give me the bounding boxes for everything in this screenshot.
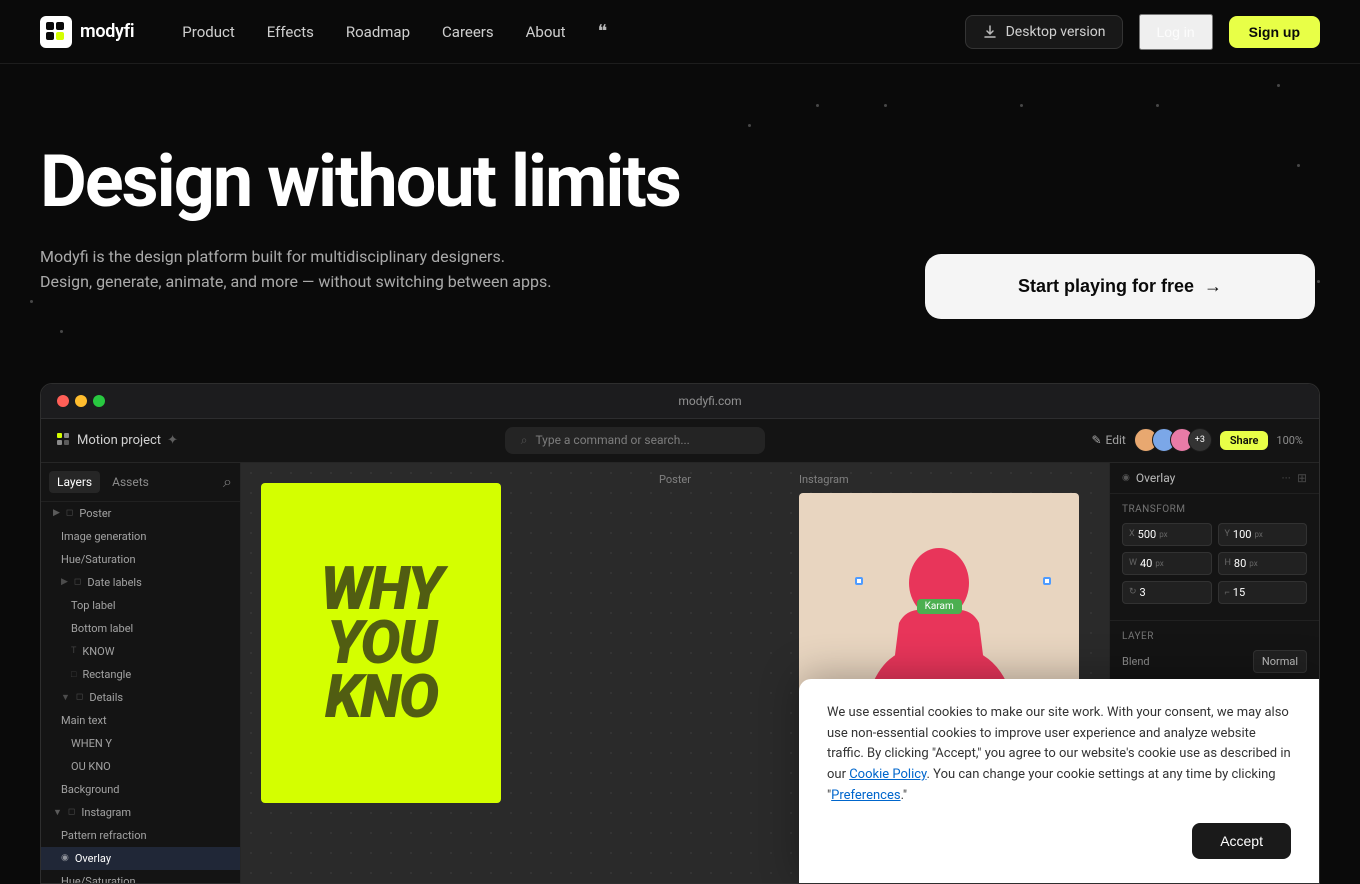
more-options-icon[interactable]: ··· — [1282, 471, 1291, 485]
app-search[interactable]: ⌕ Type a command or search... — [190, 427, 1079, 454]
hero-left: Modyfi is the design platform built for … — [40, 244, 880, 343]
avatar-group: +3 — [1134, 428, 1212, 452]
layer-ou-kno[interactable]: OU KNO — [41, 755, 240, 778]
quotes-icon: ❝ — [598, 21, 608, 42]
rotation-corner-row: ↻ 3 ⌐ 15 — [1122, 581, 1307, 604]
canvas-instagram-label: Instagram — [799, 473, 849, 486]
project-star-icon: ✦ — [167, 433, 178, 448]
logo[interactable]: modyfi — [40, 16, 134, 48]
nav-right: Desktop version Log in Sign up — [965, 14, 1320, 50]
h-field[interactable]: H 80 px — [1218, 552, 1308, 575]
layer-date-labels[interactable]: ▶ ◻ Date labels — [41, 571, 240, 594]
layer-image-gen[interactable]: Image generation — [41, 525, 240, 548]
rotation-field[interactable]: ↻ 3 — [1122, 581, 1212, 604]
toolbar-right: ✎ Edit +3 Share 100% — [1091, 428, 1303, 452]
layer-rectangle[interactable]: □ Rectangle — [41, 663, 240, 686]
nav-effects[interactable]: Effects — [267, 23, 314, 41]
desktop-version-button[interactable]: Desktop version — [965, 15, 1123, 49]
avatar-more: +3 — [1188, 428, 1212, 452]
nav-careers[interactable]: Careers — [442, 23, 494, 41]
y-field[interactable]: Y 100 px — [1218, 523, 1308, 546]
cookie-actions: Accept — [827, 823, 1291, 859]
x-field[interactable]: X 500 px — [1122, 523, 1212, 546]
edit-mode[interactable]: ✎ Edit — [1091, 433, 1125, 447]
traffic-lights — [57, 395, 105, 407]
app-preview: modyfi.com Motion project ✦ ⌕ Type a com… — [40, 383, 1320, 884]
search-icon: ⌕ — [521, 433, 528, 448]
layer-main-text[interactable]: Main text — [41, 709, 240, 732]
preferences-link[interactable]: Preferences — [831, 788, 900, 803]
layer-know[interactable]: T KNOW — [41, 640, 240, 663]
layers-tab[interactable]: Layers — [49, 471, 100, 493]
cookie-policy-link[interactable]: Cookie Policy — [849, 767, 926, 782]
constraints-icon[interactable]: ⊞ — [1297, 471, 1307, 485]
nav-links: Product Effects Roadmap Careers About ❝ — [182, 21, 964, 42]
arrow-icon: → — [1204, 276, 1222, 297]
logo-sm-icon — [57, 433, 71, 447]
layer-overlay[interactable]: ◉ Overlay — [41, 847, 240, 870]
layer-top-label[interactable]: Top label — [41, 594, 240, 617]
right-panel-header: ◉ Overlay ··· ⊞ — [1110, 463, 1319, 494]
cookie-text: We use essential cookies to make our sit… — [827, 703, 1291, 807]
close-button-tl[interactable] — [57, 395, 69, 407]
url-bar: modyfi.com — [117, 394, 1303, 408]
folder-icon: ▶ — [53, 508, 60, 518]
hero-subtext: Modyfi is the design platform built for … — [40, 244, 560, 295]
app-toolbar: Motion project ✦ ⌕ Type a command or sea… — [41, 419, 1319, 463]
layer-hue-sat-2[interactable]: Hue/Saturation — [41, 870, 240, 883]
search-bar: ⌕ Type a command or search... — [505, 427, 765, 454]
transform-section: Transform X 500 px Y 100 px W — [1110, 494, 1319, 621]
wh-row: W 40 px H 80 px — [1122, 552, 1307, 575]
karam-label: Karam — [917, 599, 962, 614]
layer-details[interactable]: ▼ ◻ Details — [41, 686, 240, 709]
panel-tabs: Layers Assets ⌕ — [41, 463, 240, 502]
layer-bottom-label[interactable]: Bottom label — [41, 617, 240, 640]
accept-button[interactable]: Accept — [1192, 823, 1291, 859]
selection-handle-tr[interactable] — [1043, 577, 1051, 585]
layer-poster[interactable]: ▶ ◻ Poster — [41, 502, 240, 525]
logo-icon — [40, 16, 72, 48]
xy-row: X 500 px Y 100 px — [1122, 523, 1307, 546]
assets-tab[interactable]: Assets — [104, 471, 157, 493]
search-layers-icon[interactable]: ⌕ — [223, 471, 232, 493]
w-field[interactable]: W 40 px — [1122, 552, 1212, 575]
hero-content: Modyfi is the design platform built for … — [40, 244, 1320, 343]
cookie-banner: We use essential cookies to make our sit… — [799, 679, 1319, 883]
layer-hue-sat-1[interactable]: Hue/Saturation — [41, 548, 240, 571]
hero-headline: Design without limits — [40, 144, 740, 220]
blend-select[interactable]: Normal — [1253, 650, 1307, 673]
app-titlebar: modyfi.com — [41, 384, 1319, 419]
nav-product[interactable]: Product — [182, 23, 234, 41]
layer-when-y[interactable]: WHEN Y — [41, 732, 240, 755]
layer-type-icon: ◉ — [1122, 473, 1130, 483]
poster-content: WHYYOUKNO — [320, 562, 441, 724]
signup-button[interactable]: Sign up — [1229, 16, 1320, 48]
layer-instagram[interactable]: ▼ ◻ Instagram — [41, 801, 240, 824]
minimize-button-tl[interactable] — [75, 395, 87, 407]
maximize-button-tl[interactable] — [93, 395, 105, 407]
nav-about[interactable]: About — [526, 23, 566, 41]
left-panel: Layers Assets ⌕ ▶ ◻ Poster Image generat… — [41, 463, 241, 883]
canvas-poster-label: Poster — [659, 473, 691, 486]
blend-row: Blend Normal — [1122, 650, 1307, 673]
hero-section: Design without limits Modyfi is the desi… — [0, 64, 1360, 383]
hero-right: Start playing for free → — [920, 244, 1320, 319]
nav-roadmap[interactable]: Roadmap — [346, 23, 410, 41]
zoom-level[interactable]: 100% — [1276, 434, 1303, 447]
layer-background[interactable]: Background — [41, 778, 240, 801]
cta-button[interactable]: Start playing for free → — [925, 254, 1315, 319]
project-name: Motion project ✦ — [57, 433, 178, 448]
poster-canvas[interactable]: WHYYOUKNO — [261, 483, 501, 803]
layer-pattern-refraction[interactable]: Pattern refraction — [41, 824, 240, 847]
download-icon — [982, 24, 998, 40]
logo-text: modyfi — [80, 21, 134, 42]
corner-field[interactable]: ⌐ 15 — [1218, 581, 1308, 604]
login-button[interactable]: Log in — [1139, 14, 1213, 50]
layer-section: Layer Blend Normal — [1110, 621, 1319, 684]
navbar: modyfi Product Effects Roadmap Careers A… — [0, 0, 1360, 64]
share-button[interactable]: Share — [1220, 431, 1269, 450]
